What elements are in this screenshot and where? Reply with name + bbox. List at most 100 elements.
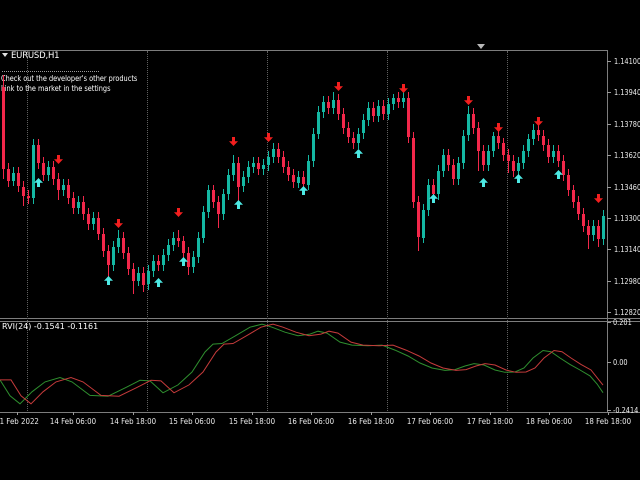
buy-arrow-icon xyxy=(179,256,188,266)
candle-body xyxy=(197,237,200,258)
candle-body xyxy=(312,133,315,162)
candle-body xyxy=(437,170,440,195)
candle-body xyxy=(357,133,360,144)
candle-body xyxy=(352,137,355,144)
candle-body xyxy=(377,106,380,116)
candle-body xyxy=(157,261,160,265)
candle-body xyxy=(482,151,485,165)
candle-body xyxy=(142,272,145,285)
symbol-text: EURUSD,H1 xyxy=(11,51,60,61)
label-underline-divider xyxy=(2,71,99,72)
buy-arrow-icon xyxy=(429,193,438,203)
candle-body xyxy=(492,135,495,152)
sell-arrow-icon xyxy=(464,95,473,105)
candle-body xyxy=(102,233,105,252)
candle-body xyxy=(67,184,70,199)
candle-body xyxy=(517,163,520,171)
sell-arrow-icon xyxy=(534,117,543,127)
candle-body xyxy=(392,98,395,105)
time-tick-label: 16 Feb 06:00 xyxy=(287,417,335,426)
candle-body xyxy=(417,202,420,238)
candle-body xyxy=(137,272,140,281)
candle-body xyxy=(342,113,345,128)
candle-body xyxy=(37,145,40,163)
candle-body xyxy=(57,178,60,191)
candle-body xyxy=(47,166,50,175)
price-tick-label: 1.12980 xyxy=(614,276,640,286)
object-anchor-icon[interactable] xyxy=(477,44,485,49)
sell-arrow-icon xyxy=(494,123,503,133)
price-tick-label: 1.13300 xyxy=(614,213,640,223)
candle-body xyxy=(497,135,500,144)
candle-body xyxy=(507,155,510,161)
buy-arrow-icon xyxy=(514,174,523,184)
buy-arrow-icon xyxy=(154,278,163,288)
candle-body xyxy=(547,145,550,158)
indicator-tick xyxy=(607,322,611,323)
time-axis-border xyxy=(0,412,640,413)
buy-arrow-icon xyxy=(34,178,43,188)
buy-arrow-icon xyxy=(104,276,113,286)
buy-arrow-icon xyxy=(234,199,243,209)
candle-body xyxy=(257,163,260,169)
candle-body xyxy=(302,176,305,185)
candle-body xyxy=(322,102,325,112)
candle-body xyxy=(337,100,340,114)
price-tick xyxy=(607,186,611,188)
candle-body xyxy=(177,237,180,242)
candle-body xyxy=(122,237,125,254)
candle-body xyxy=(22,186,25,197)
candle-body xyxy=(542,135,545,146)
plot-right-border xyxy=(607,50,608,413)
candle-body xyxy=(487,151,490,165)
candle-body xyxy=(252,163,255,167)
candle-body xyxy=(402,98,405,103)
time-tick xyxy=(311,412,312,415)
candle-body xyxy=(367,108,370,120)
candle-body xyxy=(317,112,320,134)
candle-body xyxy=(557,151,560,161)
candle-body xyxy=(442,155,445,171)
candle-body xyxy=(207,190,210,212)
price-tick xyxy=(607,280,611,282)
candle-body xyxy=(512,161,515,171)
candle-body xyxy=(182,241,185,254)
price-tick xyxy=(607,155,611,157)
buy-arrow-icon xyxy=(554,170,563,180)
time-tick xyxy=(17,412,18,415)
candle-body xyxy=(397,98,400,103)
candle-body xyxy=(522,151,525,163)
candle-body xyxy=(602,215,605,240)
time-tick xyxy=(430,412,431,415)
rvi-main-line xyxy=(0,323,604,405)
indicator-value-label: RVI(24) -0.1541 -0.1161 xyxy=(2,322,99,331)
indicator-tick xyxy=(607,410,611,411)
time-tick xyxy=(549,412,550,415)
candle-body xyxy=(532,129,535,140)
time-tick-label: 17 Feb 18:00 xyxy=(466,417,514,426)
main-pane-top-border xyxy=(0,50,608,51)
candle-body xyxy=(27,196,30,199)
time-tick xyxy=(252,412,253,415)
candle-body xyxy=(212,190,215,203)
candle-body xyxy=(462,135,465,163)
candle-body xyxy=(237,163,240,187)
buy-arrow-icon xyxy=(479,178,488,188)
symbol-timeframe-label[interactable]: EURUSD,H1 xyxy=(2,51,60,61)
time-tick xyxy=(133,412,134,415)
time-tick-label: 14 Feb 06:00 xyxy=(49,417,97,426)
price-tick xyxy=(607,123,611,125)
time-tick-label: 17 Feb 06:00 xyxy=(406,417,454,426)
pane-separator-top[interactable] xyxy=(0,318,640,319)
candle-body xyxy=(582,214,585,226)
sell-arrow-icon xyxy=(594,193,603,203)
sell-arrow-icon xyxy=(264,133,273,142)
candle-body xyxy=(217,202,220,214)
price-tick xyxy=(607,61,611,62)
candle-body xyxy=(587,225,590,236)
candle-body xyxy=(12,172,15,181)
candle-body xyxy=(382,106,385,114)
candle-body xyxy=(32,145,35,199)
candle-body xyxy=(287,166,290,175)
candle-body xyxy=(222,194,225,214)
